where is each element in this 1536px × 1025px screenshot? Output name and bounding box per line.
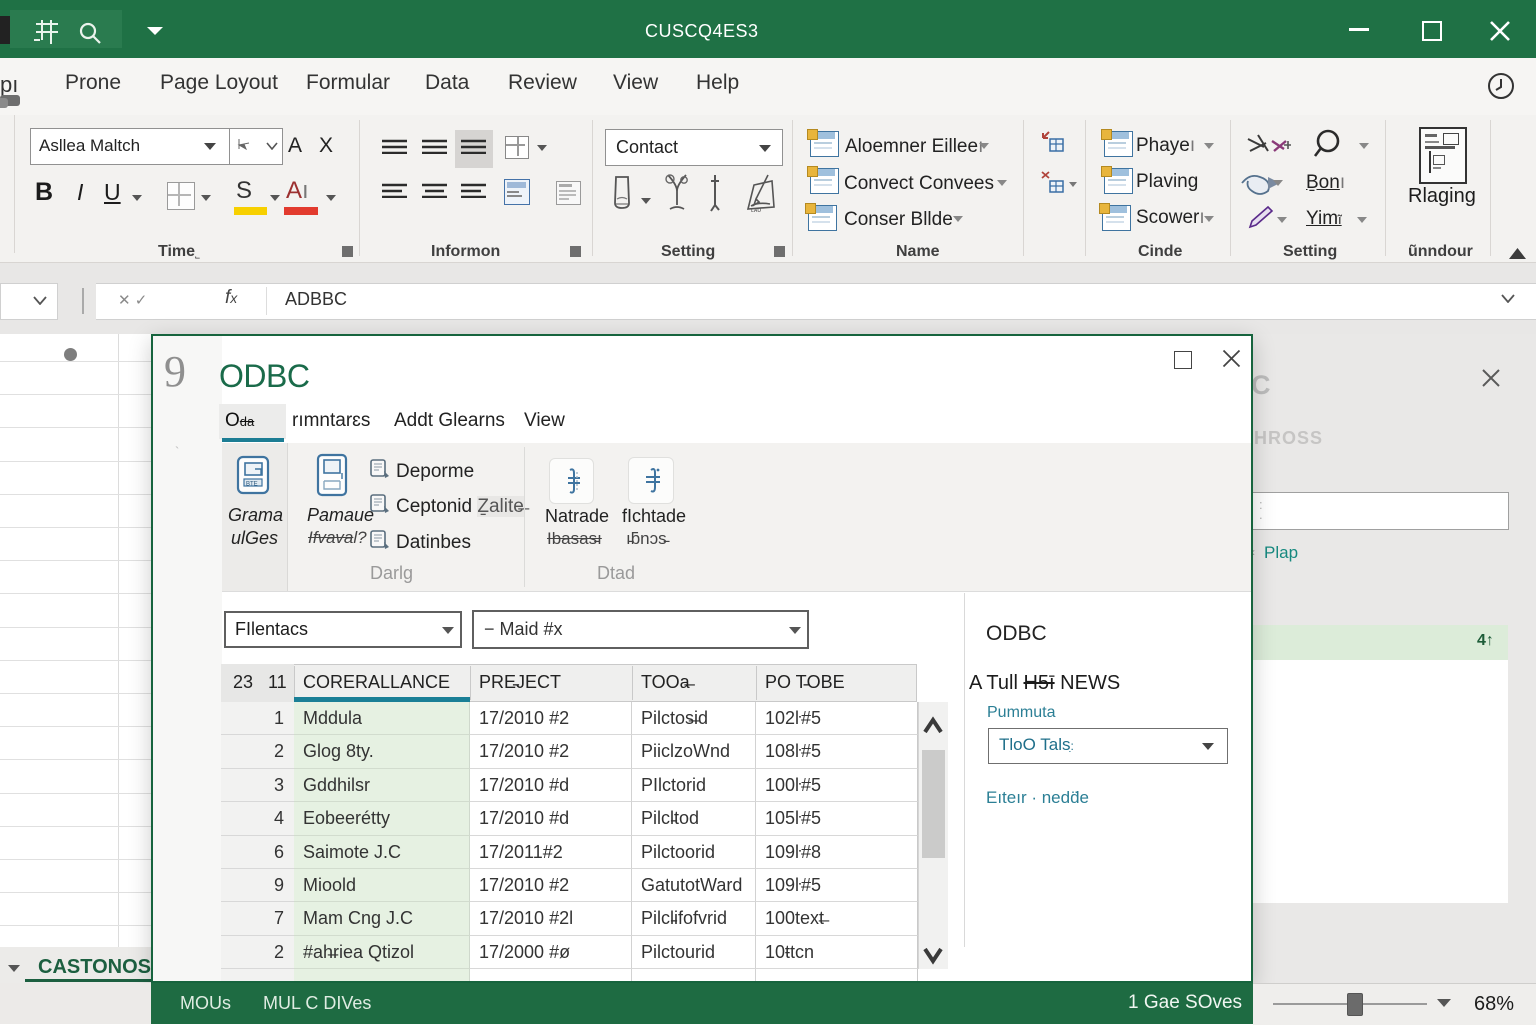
svg-text:BTE: BTE — [246, 482, 258, 488]
svg-text:ʟᴀᴜ: ʟᴀᴜ — [751, 207, 761, 214]
